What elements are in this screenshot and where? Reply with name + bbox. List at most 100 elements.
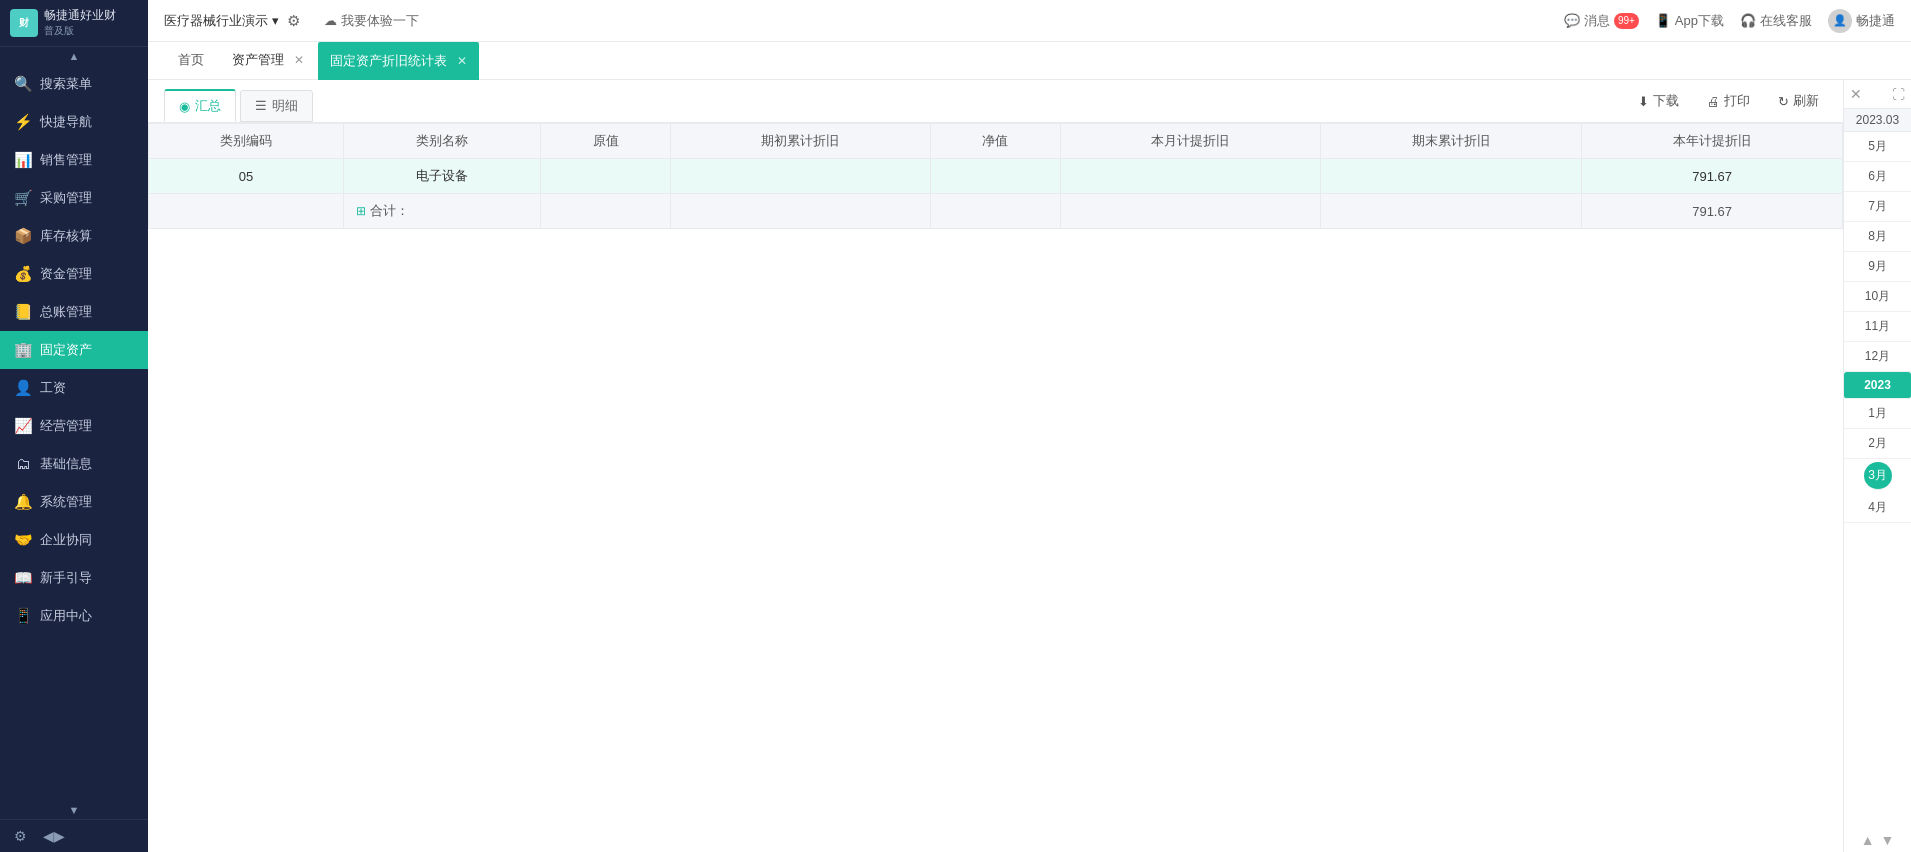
date-item-11[interactable]: 11月: [1844, 312, 1911, 342]
summary-icon: ◉: [179, 99, 190, 114]
date-prev-btn[interactable]: ▲: [1861, 832, 1875, 848]
main-area: 医疗器械行业演示 ▾ ⚙ ☁ 我要体验一下 💬 消息 99+ 📱 App下载 🎧…: [148, 0, 1911, 852]
fixed-assets-icon: 🏢: [14, 341, 32, 359]
sidebar-logo: 财 畅捷通好业财 普及版: [0, 0, 148, 47]
ledger-icon: 📒: [14, 303, 32, 321]
sidebar-item-label: 采购管理: [40, 189, 92, 207]
date-next-btn[interactable]: ▼: [1881, 832, 1895, 848]
col-header-name: 类别名称: [343, 124, 541, 159]
sidebar-item-purchase[interactable]: 🛒 采购管理: [0, 179, 148, 217]
sub-tab-summary[interactable]: ◉ 汇总: [164, 89, 236, 122]
date-item-7[interactable]: 7月: [1844, 192, 1911, 222]
tab-fixed-asset-depreciation[interactable]: 固定资产折旧统计表 ✕: [318, 42, 479, 80]
sub-tab-detail-label: 明细: [272, 97, 298, 115]
col-header-monthly-dep: 本月计提折旧: [1060, 124, 1321, 159]
date-nav: ▲ ▼: [1844, 828, 1911, 852]
col-header-code: 类别编码: [149, 124, 344, 159]
sidebar-item-ops[interactable]: 📈 经营管理: [0, 407, 148, 445]
sidebar-item-capital[interactable]: 💰 资金管理: [0, 255, 148, 293]
date-current-period: 2023.03: [1844, 109, 1911, 132]
customer-service-btn[interactable]: 🎧 在线客服: [1740, 12, 1812, 30]
download-icon: ⬇: [1638, 94, 1649, 109]
sidebar-item-system[interactable]: 🔔 系统管理: [0, 483, 148, 521]
sidebar-item-label: 库存核算: [40, 227, 92, 245]
sidebar-item-basic-info[interactable]: 🗂 基础信息: [0, 445, 148, 483]
date-item-1[interactable]: 1月: [1844, 399, 1911, 429]
date-panel-expand-btn[interactable]: ⛶: [1892, 87, 1905, 102]
print-label: 打印: [1724, 92, 1750, 110]
col-header-net-value: 净值: [931, 124, 1060, 159]
sidebar-nav: 🔍 搜索菜单 ⚡ 快捷导航 📊 销售管理 🛒 采购管理 📦 库存核算 💰 资金管…: [0, 65, 148, 801]
date-panel-header: ✕ ⛶: [1844, 80, 1911, 109]
col-header-end-accum: 期末累计折旧: [1321, 124, 1582, 159]
col-header-original-value: 原值: [541, 124, 670, 159]
sidebar-item-enterprise[interactable]: 🤝 企业协同: [0, 521, 148, 559]
refresh-btn[interactable]: ↻ 刷新: [1770, 88, 1827, 114]
scroll-down-arrow[interactable]: ▼: [0, 801, 148, 819]
sub-tab-detail[interactable]: ☰ 明细: [240, 90, 313, 122]
capital-icon: 💰: [14, 265, 32, 283]
company-dropdown-icon: ▾: [272, 13, 279, 28]
experience-btn[interactable]: ☁ 我要体验一下: [324, 12, 419, 30]
date-item-9[interactable]: 9月: [1844, 252, 1911, 282]
sidebar-item-label: 销售管理: [40, 151, 92, 169]
date-item-12[interactable]: 12月: [1844, 342, 1911, 372]
sidebar-item-quick-nav[interactable]: ⚡ 快捷导航: [0, 103, 148, 141]
inventory-icon: 📦: [14, 227, 32, 245]
company-selector[interactable]: 医疗器械行业演示 ▾: [164, 12, 279, 30]
date-panel: ✕ ⛶ 2023.03 5月 6月 7月 8月 9月 10月 11月 12月 2…: [1843, 80, 1911, 852]
sidebar-item-inventory[interactable]: 📦 库存核算: [0, 217, 148, 255]
sidebar-item-ledger[interactable]: 📒 总账管理: [0, 293, 148, 331]
date-item-10[interactable]: 10月: [1844, 282, 1911, 312]
sidebar-item-sales[interactable]: 📊 销售管理: [0, 141, 148, 179]
sidebar-item-guide[interactable]: 📖 新手引导: [0, 559, 148, 597]
user-profile-btn[interactable]: 👤 畅捷通: [1828, 9, 1895, 33]
customer-service-icon: 🎧: [1740, 13, 1756, 28]
print-btn[interactable]: 🖨 打印: [1699, 88, 1758, 114]
app-download-label: App下载: [1675, 12, 1724, 30]
date-item-5[interactable]: 5月: [1844, 132, 1911, 162]
date-panel-close-btn[interactable]: ✕: [1850, 86, 1862, 102]
message-label: 消息: [1584, 12, 1610, 30]
subtotal-original-value: [541, 194, 670, 229]
sidebar-item-label: 总账管理: [40, 303, 92, 321]
date-year-node[interactable]: 2023: [1844, 372, 1911, 399]
scroll-up-arrow[interactable]: ▲: [0, 47, 148, 65]
tabs-bar: 首页 资产管理 ✕ 固定资产折旧统计表 ✕: [148, 42, 1911, 80]
tab-asset-mgmt-close-icon[interactable]: ✕: [294, 53, 304, 67]
subtotal-annual-dep: 791.67: [1582, 194, 1843, 229]
app-download-btn[interactable]: 📱 App下载: [1655, 12, 1724, 30]
subtotal-end-accum: [1321, 194, 1582, 229]
company-name: 医疗器械行业演示: [164, 12, 268, 30]
sidebar-item-fixed-assets[interactable]: 🏢 固定资产: [0, 331, 148, 369]
main-panel: ◉ 汇总 ☰ 明细 ⬇ 下载 🖨 打印: [148, 80, 1843, 852]
col-header-annual-dep: 本年计提折旧: [1582, 124, 1843, 159]
purchase-icon: 🛒: [14, 189, 32, 207]
date-item-6[interactable]: 6月: [1844, 162, 1911, 192]
sidebar-item-label: 系统管理: [40, 493, 92, 511]
sidebar-item-label: 固定资产: [40, 341, 92, 359]
date-item-8[interactable]: 8月: [1844, 222, 1911, 252]
table-row: 05 电子设备 791.67: [149, 159, 1843, 194]
tab-fixed-asset-close-icon[interactable]: ✕: [457, 54, 467, 68]
download-btn[interactable]: ⬇ 下载: [1630, 88, 1687, 114]
date-item-3-active[interactable]: 3月: [1864, 462, 1892, 490]
messages-btn[interactable]: 💬 消息 99+: [1564, 12, 1639, 30]
sum-icon: ⊞: [356, 204, 366, 218]
sidebar-item-search[interactable]: 🔍 搜索菜单: [0, 65, 148, 103]
message-icon: 💬: [1564, 13, 1580, 28]
tab-asset-mgmt[interactable]: 资产管理 ✕: [218, 42, 318, 80]
enterprise-icon: 🤝: [14, 531, 32, 549]
sub-tab-summary-label: 汇总: [195, 97, 221, 115]
sidebar-item-app-center[interactable]: 📱 应用中心: [0, 597, 148, 635]
tab-home[interactable]: 首页: [164, 42, 218, 80]
date-item-2[interactable]: 2月: [1844, 429, 1911, 459]
collapse-icon[interactable]: ◀▶: [43, 828, 65, 844]
date-item-4[interactable]: 4月: [1844, 493, 1911, 523]
content-area: ◉ 汇总 ☰ 明细 ⬇ 下载 🖨 打印: [148, 80, 1911, 852]
sidebar-item-payroll[interactable]: 👤 工资: [0, 369, 148, 407]
company-settings-icon[interactable]: ⚙: [287, 12, 300, 30]
settings-icon[interactable]: ⚙: [14, 828, 27, 844]
row-name: 电子设备: [343, 159, 541, 194]
refresh-label: 刷新: [1793, 92, 1819, 110]
